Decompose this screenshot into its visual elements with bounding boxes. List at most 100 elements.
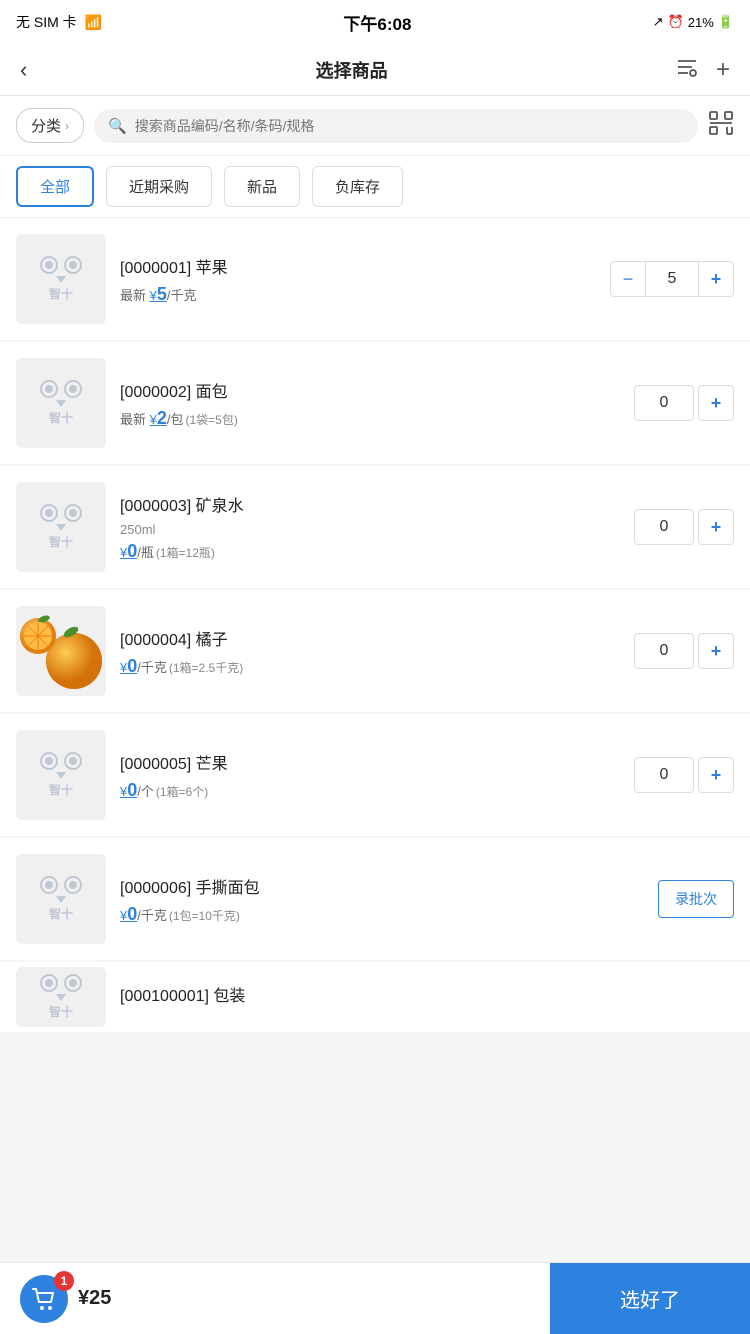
product-name: [0000003] 矿泉水 — [120, 492, 620, 516]
brand-logo: 智十 — [40, 504, 82, 550]
list-item: 智十 [0000003] 矿泉水 250ml ¥0/瓶(1箱=12瓶) + — [0, 466, 750, 588]
price-hint: (1箱=2.5千克) — [169, 661, 243, 675]
price-currency: ¥ — [150, 412, 157, 427]
price-value: 0 — [127, 541, 137, 561]
product-name: [0000002] 面包 — [120, 378, 620, 402]
price-unit: /包 — [167, 412, 184, 427]
tab-all[interactable]: 全部 — [16, 166, 94, 207]
price-unit: /千克 — [137, 660, 167, 675]
product-image: 智十 — [16, 358, 106, 448]
tab-recent[interactable]: 近期采购 — [106, 166, 212, 207]
price-unit: /瓶 — [137, 545, 154, 560]
product-image: 智十 — [16, 482, 106, 572]
list-item: 智十 [0000005] 芒果 ¥0/个(1箱=6个) + — [0, 714, 750, 836]
product-name: [0000004] 橘子 — [120, 626, 620, 650]
quantity-control: + — [634, 757, 734, 793]
filter-tabs: 全部 近期采购 新品 负库存 — [0, 156, 750, 218]
cart-button[interactable]: 1 — [20, 1275, 68, 1323]
alarm-icon: ⏰ — [668, 14, 684, 30]
increase-button[interactable]: + — [698, 261, 734, 297]
search-area: 分类 › 🔍 — [0, 96, 750, 156]
product-spec: 250ml — [120, 522, 620, 537]
quantity-input[interactable] — [634, 633, 694, 669]
scan-icon[interactable] — [708, 110, 734, 142]
product-price: 最新 ¥2/包(1袋=5包) — [120, 408, 620, 429]
filter-button[interactable] — [676, 57, 698, 83]
price-unit: /千克 — [167, 288, 197, 303]
price-hint: (1包=10千克) — [169, 909, 240, 923]
product-image: 智十 — [16, 854, 106, 944]
cart-section: 1 ¥25 — [0, 1275, 550, 1323]
carrier-label: 无 SIM 卡 — [16, 12, 77, 32]
search-input-wrap: 🔍 — [94, 109, 698, 143]
increase-button[interactable]: + — [698, 509, 734, 545]
quantity-input[interactable] — [646, 261, 698, 297]
quantity-control: + — [634, 633, 734, 669]
list-item: 智十 [000100001] 包装 — [0, 962, 750, 1032]
price-label: 最新 — [120, 412, 150, 427]
price-unit: /千克 — [137, 908, 167, 923]
product-info: [0000001] 苹果 最新 ¥5/千克 — [120, 254, 596, 305]
tab-negative-stock[interactable]: 负库存 — [312, 166, 403, 207]
chevron-right-icon: › — [65, 119, 69, 133]
price-value: 0 — [127, 656, 137, 676]
nav-bar: ‹ 选择商品 + — [0, 44, 750, 96]
cart-badge: 1 — [54, 1271, 74, 1291]
status-bar: 无 SIM 卡 📶 下午6:08 ↗ ⏰ 21% 🔋 — [0, 0, 750, 44]
price-value: 5 — [157, 284, 167, 304]
product-image: 智十 — [16, 967, 106, 1027]
search-icon: 🔍 — [108, 117, 127, 135]
list-item: 智十 [0000001] 苹果 最新 ¥5/千克 − + — [0, 218, 750, 340]
nav-actions: + — [676, 56, 730, 84]
price-value: 0 — [127, 780, 137, 800]
product-price: ¥0/瓶(1箱=12瓶) — [120, 541, 620, 562]
record-batch-button[interactable]: 录批次 — [658, 880, 734, 918]
wifi-icon: 📶 — [85, 14, 102, 31]
add-button[interactable]: + — [716, 56, 730, 84]
brand-logo: 智十 — [40, 752, 82, 798]
page-title: 选择商品 — [316, 57, 388, 83]
product-image — [16, 606, 106, 696]
product-name: [0000001] 苹果 — [120, 254, 596, 278]
category-label: 分类 — [31, 115, 61, 136]
price-hint: (1箱=6个) — [156, 785, 208, 799]
list-item: 智十 [0000002] 面包 最新 ¥2/包(1袋=5包) + — [0, 342, 750, 464]
list-item: [0000004] 橘子 ¥0/千克(1箱=2.5千克) + — [0, 590, 750, 712]
product-info: [0000003] 矿泉水 250ml ¥0/瓶(1箱=12瓶) — [120, 492, 620, 562]
brand-logo: 智十 — [40, 380, 82, 426]
decrease-button[interactable]: − — [610, 261, 646, 297]
list-item: 智十 [0000006] 手撕面包 ¥0/千克(1包=10千克) 录批次 — [0, 838, 750, 960]
product-image: 智十 — [16, 730, 106, 820]
product-price: ¥0/千克(1箱=2.5千克) — [120, 656, 620, 677]
back-button[interactable]: ‹ — [20, 57, 27, 83]
quantity-input[interactable] — [634, 385, 694, 421]
brand-logo: 智十 — [40, 256, 82, 302]
status-right: ↗ ⏰ 21% 🔋 — [653, 14, 734, 30]
product-price: 最新 ¥5/千克 — [120, 284, 596, 305]
product-info: [0000004] 橘子 ¥0/千克(1箱=2.5千克) — [120, 626, 620, 677]
increase-button[interactable]: + — [698, 757, 734, 793]
product-info: [0000006] 手撕面包 ¥0/千克(1包=10千克) — [120, 874, 644, 925]
product-price: ¥0/个(1箱=6个) — [120, 780, 620, 801]
category-button[interactable]: 分类 › — [16, 108, 84, 143]
confirm-button[interactable]: 选好了 — [550, 1263, 750, 1334]
increase-button[interactable]: + — [698, 633, 734, 669]
increase-button[interactable]: + — [698, 385, 734, 421]
price-label: 最新 — [120, 288, 150, 303]
quantity-input[interactable] — [634, 509, 694, 545]
brand-logo: 智十 — [40, 974, 82, 1020]
quantity-control: − + — [610, 261, 734, 297]
product-name: [0000005] 芒果 — [120, 750, 620, 774]
bottom-bar: 1 ¥25 选好了 — [0, 1262, 750, 1334]
tab-new[interactable]: 新品 — [224, 166, 300, 207]
product-name: [0000006] 手撕面包 — [120, 874, 644, 898]
price-unit: /个 — [137, 784, 154, 799]
quantity-input[interactable] — [634, 757, 694, 793]
cart-total: ¥25 — [78, 1287, 111, 1310]
price-value: 2 — [157, 408, 167, 428]
product-info: [000100001] 包装 — [120, 982, 734, 1012]
price-hint: (1袋=5包) — [186, 413, 238, 427]
search-input[interactable] — [135, 118, 684, 134]
battery-label: 21% — [688, 15, 714, 30]
product-image: 智十 — [16, 234, 106, 324]
